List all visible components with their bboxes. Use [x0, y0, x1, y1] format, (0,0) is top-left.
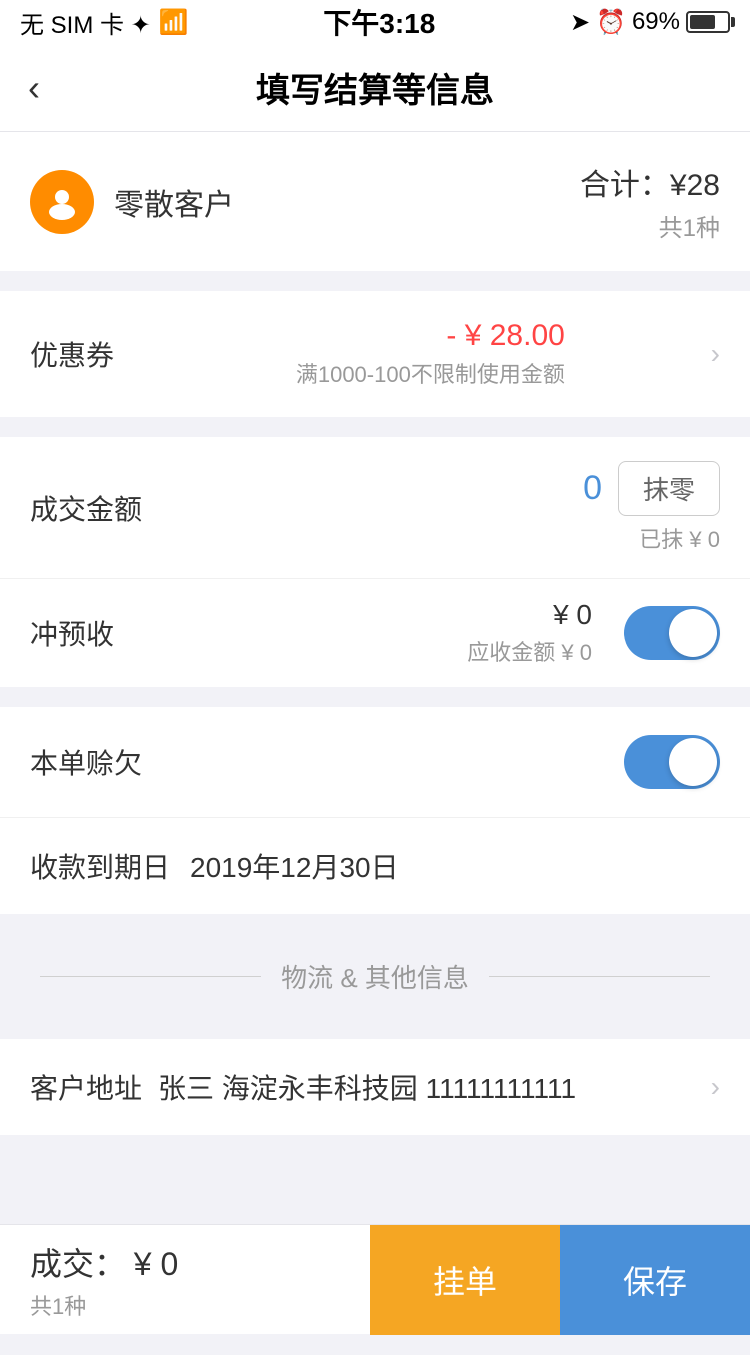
toggle-knob — [669, 609, 717, 657]
coupon-row[interactable]: 优惠券 - ¥ 28.00 满1000-100不限制使用金额 › — [0, 291, 750, 417]
nav-bar: ‹ 填写结算等信息 — [0, 44, 750, 132]
round-button[interactable]: 抹零 — [618, 461, 720, 516]
credit-section: 本单赊欠 收款到期日 2019年12月30日 — [0, 707, 750, 914]
payment-section: 成交金额 0 抹零 已抹 ¥ 0 冲预收 ¥ 0 应收金额 ¥ 0 — [0, 437, 750, 687]
main-content: 零散客户 合计：¥28 共1种 优惠券 - ¥ 28.00 满1000-100不… — [0, 132, 750, 1355]
bottom-summary-main: 成交： ¥ 0 — [30, 1239, 340, 1285]
divider-line-left — [40, 976, 261, 977]
prepay-main-value: ¥ 0 — [467, 599, 592, 631]
credit-toggle[interactable] — [624, 735, 720, 789]
status-left: 无 SIM 卡 ✦ 📶 — [20, 5, 189, 40]
customer-row: 零散客户 合计：¥28 共1种 — [0, 132, 750, 271]
coupon-right: - ¥ 28.00 满1000-100不限制使用金额 — [296, 319, 565, 389]
bottom-bar: 成交： ¥ 0 共1种 挂单 保存 — [0, 1224, 750, 1334]
section-divider: 物流 & 其他信息 — [0, 934, 750, 1019]
divider-line-right — [489, 976, 710, 977]
address-label: 客户地址 — [30, 1067, 142, 1107]
due-date-label: 收款到期日 — [30, 846, 170, 886]
customer-name: 零散客户 — [114, 180, 234, 224]
coupon-description: 满1000-100不限制使用金额 — [296, 357, 565, 389]
amount-input-area: 0 抹零 — [583, 461, 720, 516]
transaction-row: 成交金额 0 抹零 已抹 ¥ 0 — [0, 437, 750, 579]
summary-value: ¥ 0 — [134, 1246, 178, 1282]
battery-percent: 69% — [632, 8, 680, 36]
page-title: 填写结算等信息 — [256, 63, 494, 112]
total-amount: 合计：¥28 — [580, 160, 720, 204]
coupon-amount: - ¥ 28.00 — [296, 319, 565, 353]
divider-section: 物流 & 其他信息 — [0, 934, 750, 1019]
transaction-sub: 已抹 ¥ 0 — [583, 522, 720, 554]
prepay-sub-value: 应收金额 ¥ 0 — [467, 635, 592, 667]
address-chevron-icon: › — [711, 1071, 720, 1103]
bottom-summary: 成交： ¥ 0 共1种 — [0, 1239, 370, 1321]
sim-label: 无 SIM 卡 ✦ — [20, 5, 151, 40]
transaction-right: 0 抹零 已抹 ¥ 0 — [583, 461, 720, 554]
summary-label: 成交： — [30, 1246, 126, 1282]
address-value: 张三 海淀永丰科技园 11111111111 — [158, 1067, 695, 1107]
credit-row: 本单赊欠 — [0, 707, 750, 817]
save-button[interactable]: 保存 — [560, 1225, 750, 1335]
coupon-label: 优惠券 — [30, 334, 150, 374]
bottom-summary-count: 共1种 — [30, 1289, 340, 1321]
hang-button[interactable]: 挂单 — [370, 1225, 560, 1335]
coupon-chevron-icon: › — [711, 338, 720, 370]
prepay-toggle[interactable] — [624, 606, 720, 660]
battery-fill — [690, 15, 715, 29]
customer-left: 零散客户 — [30, 170, 234, 234]
prepay-row: 冲预收 ¥ 0 应收金额 ¥ 0 — [0, 579, 750, 687]
customer-summary: 合计：¥28 共1种 — [580, 160, 720, 243]
status-time: 下午3:18 — [323, 2, 435, 42]
transaction-value[interactable]: 0 — [583, 469, 602, 508]
total-count: 共1种 — [580, 208, 720, 243]
address-row[interactable]: 客户地址 张三 海淀永丰科技园 11111111111 › — [0, 1039, 750, 1135]
status-right: ➤ ⏰ 69% — [570, 8, 730, 37]
wifi-icon: 📶 — [159, 8, 189, 37]
due-date-value[interactable]: 2019年12月30日 — [190, 846, 399, 886]
battery-icon — [686, 11, 730, 33]
prepay-values: ¥ 0 应收金额 ¥ 0 — [467, 599, 592, 667]
alarm-icon: ⏰ — [596, 8, 626, 37]
status-bar: 无 SIM 卡 ✦ 📶 下午3:18 ➤ ⏰ 69% — [0, 0, 750, 44]
due-date-row: 收款到期日 2019年12月30日 — [0, 817, 750, 914]
divider-label: 物流 & 其他信息 — [281, 958, 469, 995]
back-button[interactable]: ‹ — [28, 67, 40, 109]
transaction-label: 成交金额 — [30, 488, 150, 528]
prepay-right: ¥ 0 应收金额 ¥ 0 — [467, 599, 720, 667]
credit-label: 本单赊欠 — [30, 742, 142, 782]
avatar — [30, 170, 94, 234]
credit-toggle-knob — [669, 738, 717, 786]
coupon-section: 优惠券 - ¥ 28.00 满1000-100不限制使用金额 › — [0, 291, 750, 417]
prepay-label: 冲预收 — [30, 613, 150, 653]
location-icon: ➤ — [570, 8, 590, 37]
